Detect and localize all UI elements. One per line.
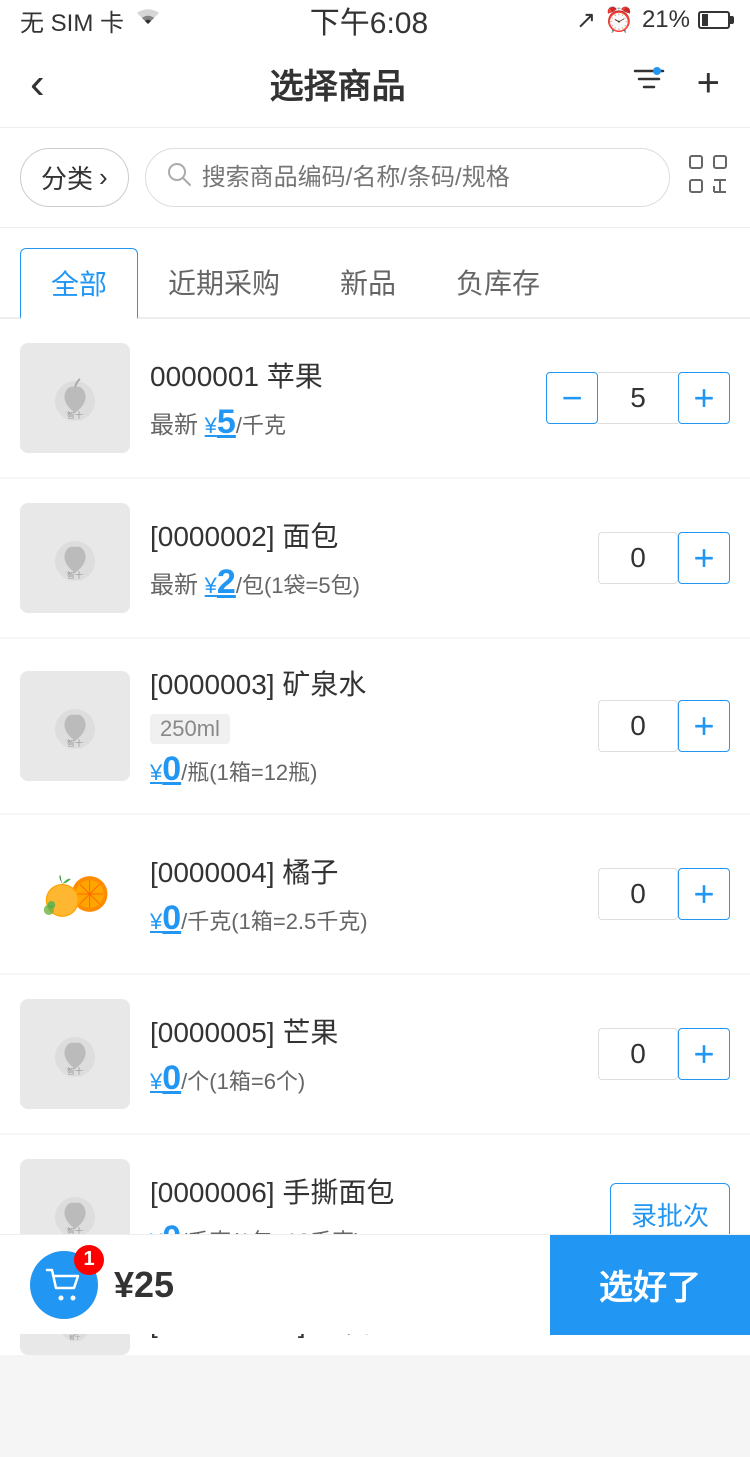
quantity-control: + — [598, 700, 730, 752]
product-thumbnail: 智十 — [20, 343, 130, 453]
chevron-right-icon: › — [99, 162, 108, 193]
quantity-control: + — [598, 868, 730, 920]
svg-text:智十: 智十 — [67, 570, 83, 580]
nav-left: ‹ — [30, 59, 45, 109]
nav-right: + — [631, 61, 720, 106]
increment-button[interactable]: + — [678, 532, 730, 584]
quantity-input[interactable] — [598, 700, 678, 752]
bottom-bar: 1 ¥25 选好了 — [0, 1234, 750, 1334]
svg-text:智十: 智十 — [67, 738, 83, 748]
product-item: 智十 [0000005] 芒果 ¥0/个(1箱=6个) + — [0, 975, 750, 1133]
wifi-icon — [134, 6, 162, 35]
increment-button[interactable]: + — [678, 700, 730, 752]
product-price: ¥0/瓶(1箱=12瓶) — [150, 750, 578, 789]
battery-percent: 21% — [642, 6, 690, 34]
product-item: 智十 0000001 苹果 最新 ¥5/千克 − + — [0, 319, 750, 477]
product-thumbnail — [20, 839, 130, 949]
product-price: ¥0/千克(1箱=2.5千克) — [150, 899, 578, 938]
cart-area: 1 ¥25 — [0, 1251, 550, 1319]
product-name: [0000006] 手撕面包 — [150, 1171, 590, 1211]
product-info: [0000005] 芒果 ¥0/个(1箱=6个) — [150, 1011, 578, 1098]
decrement-button[interactable]: − — [546, 372, 598, 424]
tab-new[interactable]: 新品 — [310, 248, 426, 317]
product-price: 最新 ¥2/包(1袋=5包) — [150, 563, 578, 602]
increment-button[interactable]: + — [678, 372, 730, 424]
status-right: ↗ ⏰ 21% — [576, 6, 730, 35]
tab-all[interactable]: 全部 — [20, 248, 138, 319]
scan-icon[interactable] — [686, 152, 730, 203]
product-info: [0000002] 面包 最新 ¥2/包(1袋=5包) — [150, 515, 578, 602]
search-icon — [166, 161, 192, 194]
quantity-input[interactable] — [598, 868, 678, 920]
filter-icon[interactable] — [631, 61, 667, 106]
product-thumbnail: 智十 — [20, 671, 130, 781]
alarm-icon: ⏰ — [604, 6, 634, 35]
quantity-control: + — [598, 532, 730, 584]
status-bar: 无 SIM 卡 下午6:08 ↗ ⏰ 21% — [0, 0, 750, 40]
product-spec: 250ml — [150, 714, 230, 744]
cart-total: ¥25 — [114, 1264, 174, 1306]
quantity-input[interactable] — [598, 1028, 678, 1080]
filter-bar: 分类 › — [0, 128, 750, 228]
cart-button[interactable]: 1 — [30, 1251, 98, 1319]
status-time: 下午6:08 — [310, 0, 428, 42]
add-button[interactable]: + — [697, 61, 720, 106]
back-button[interactable]: ‹ — [30, 59, 45, 109]
product-thumbnail: 智十 — [20, 999, 130, 1109]
confirm-button[interactable]: 选好了 — [550, 1235, 750, 1335]
svg-text:智十: 智十 — [67, 410, 83, 420]
quantity-control: − + — [546, 372, 730, 424]
location-icon: ↗ — [576, 6, 596, 35]
product-name: [0000004] 橘子 — [150, 851, 578, 891]
product-name: [0000002] 面包 — [150, 515, 578, 555]
product-name: [0000005] 芒果 — [150, 1011, 578, 1051]
increment-button[interactable]: + — [678, 1028, 730, 1080]
tab-recent[interactable]: 近期采购 — [138, 248, 310, 317]
increment-button[interactable]: + — [678, 868, 730, 920]
page-title: 选择商品 — [270, 59, 406, 108]
tab-bar: 全部 近期采购 新品 负库存 — [0, 228, 750, 319]
sim-status: 无 SIM 卡 — [20, 3, 124, 38]
product-price: 最新 ¥5/千克 — [150, 403, 526, 442]
category-button[interactable]: 分类 › — [20, 148, 129, 207]
product-name: [0000003] 矿泉水 — [150, 663, 578, 703]
category-label: 分类 — [41, 159, 93, 196]
product-info: [0000003] 矿泉水 250ml ¥0/瓶(1箱=12瓶) — [150, 663, 578, 789]
status-left: 无 SIM 卡 — [20, 3, 162, 38]
product-thumbnail: 智十 — [20, 503, 130, 613]
product-item: 智十 [0000002] 面包 最新 ¥2/包(1袋=5包) + — [0, 479, 750, 637]
tab-negative-stock[interactable]: 负库存 — [426, 248, 570, 317]
svg-text:智十: 智十 — [67, 1066, 83, 1076]
quantity-input[interactable] — [598, 372, 678, 424]
product-info: [0000004] 橘子 ¥0/千克(1箱=2.5千克) — [150, 851, 578, 938]
product-info: 0000001 苹果 最新 ¥5/千克 — [150, 355, 526, 442]
product-item: [0000004] 橘子 ¥0/千克(1箱=2.5千克) + — [0, 815, 750, 973]
quantity-control: + — [598, 1028, 730, 1080]
product-item: 智十 [0000003] 矿泉水 250ml ¥0/瓶(1箱=12瓶) + — [0, 639, 750, 813]
cart-badge: 1 — [74, 1245, 104, 1275]
battery-icon — [698, 11, 730, 29]
product-price: ¥0/个(1箱=6个) — [150, 1059, 578, 1098]
quantity-input[interactable] — [598, 532, 678, 584]
search-input[interactable] — [202, 164, 649, 192]
nav-bar: ‹ 选择商品 + — [0, 40, 750, 128]
product-name: 0000001 苹果 — [150, 355, 526, 395]
search-box — [145, 148, 670, 207]
